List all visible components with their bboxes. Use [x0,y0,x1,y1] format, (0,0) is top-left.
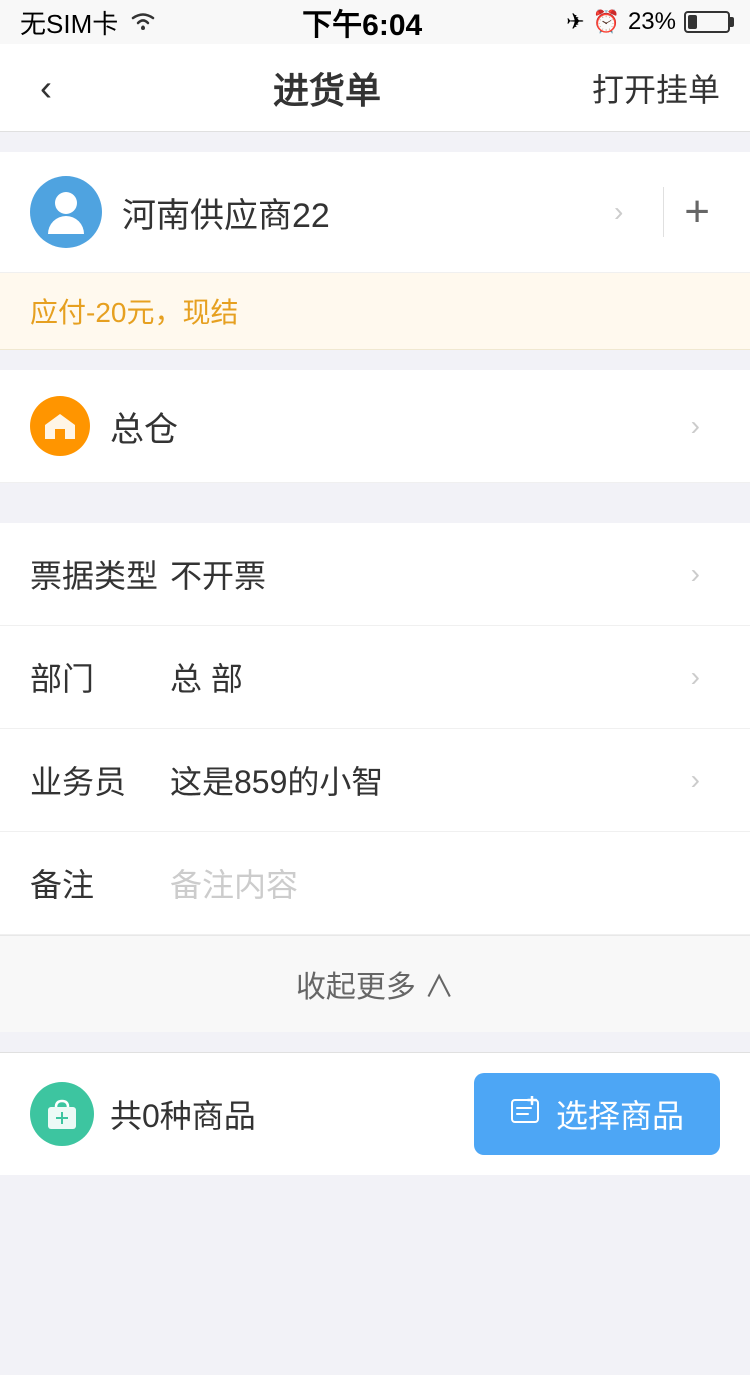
product-count-text: 共0种商品 [110,1091,256,1137]
product-count-wrap: 共0种商品 [30,1082,256,1146]
time-display: 下午6:04 [302,0,422,44]
select-product-label: 选择商品 [556,1091,684,1137]
remark-label: 备注 [30,860,170,906]
staff-label: 业务员 [30,757,170,803]
top-divider [0,132,750,152]
bottom-bar: 共0种商品 选择商品 [0,1052,750,1175]
invoice-value: 不开票 [170,551,691,597]
location-icon: ✈ [566,9,584,35]
staff-chevron-icon: › [691,764,700,796]
wifi-icon [128,7,158,38]
section-divider-1 [0,350,750,370]
supplier-avatar [30,176,102,248]
alarm-icon: ⏰ [593,9,620,35]
select-product-button[interactable]: 选择商品 [474,1073,720,1155]
open-pending-button[interactable]: 打开挂单 [592,65,720,111]
status-right: ✈ ⏰ 23% [566,8,730,36]
section-divider-2 [0,483,750,503]
status-left: 无SIM卡 [20,4,158,41]
collapse-row[interactable]: 收起更多 ∧ [0,935,750,1032]
supplier-section: 河南供应商22 › + 应付-20元，现结 [0,152,750,350]
remark-row[interactable]: 备注 备注内容 [0,832,750,935]
staff-value: 这是859的小智 [170,757,691,803]
supplier-name: 河南供应商22 [122,188,614,237]
add-supplier-button[interactable]: + [674,190,720,234]
status-bar: 无SIM卡 下午6:04 ✈ ⏰ 23% [0,0,750,44]
dept-value: 总 部 [170,654,691,700]
carrier-text: 无SIM卡 [20,4,118,41]
dept-label: 部门 [30,654,170,700]
dept-chevron-icon: › [691,661,700,693]
vertical-divider [663,187,664,237]
warehouse-name: 总仓 [110,402,691,451]
warehouse-row[interactable]: 总仓 › [0,370,750,483]
collapse-label: 收起更多 ∧ [296,962,454,1006]
avatar-icon [46,192,86,232]
warehouse-chevron-icon: › [691,410,700,442]
notice-text: 应付-20元，现结 [30,297,238,328]
nav-bar: ‹ 进货单 打开挂单 [0,44,750,132]
page-title: 进货单 [273,62,381,114]
invoice-label: 票据类型 [30,551,170,597]
remark-input[interactable]: 备注内容 [170,860,720,906]
select-product-icon [510,1096,544,1132]
supplier-row[interactable]: 河南供应商22 › + [0,152,750,273]
back-button[interactable]: ‹ [30,57,62,119]
supplier-chevron-icon: › [614,196,623,228]
invoice-row[interactable]: 票据类型 不开票 › [0,523,750,626]
invoice-chevron-icon: › [691,558,700,590]
battery-percent: 23% [628,8,676,36]
staff-row[interactable]: 业务员 这是859的小智 › [0,729,750,832]
dept-row[interactable]: 部门 总 部 › [0,626,750,729]
form-section: 票据类型 不开票 › 部门 总 部 › 业务员 这是859的小智 › 备注 备注… [0,523,750,1032]
page-background [0,1175,750,1375]
notice-row: 应付-20元，现结 [0,273,750,350]
battery-icon [684,11,730,33]
product-bag-icon [30,1082,94,1146]
warehouse-icon [30,396,90,456]
